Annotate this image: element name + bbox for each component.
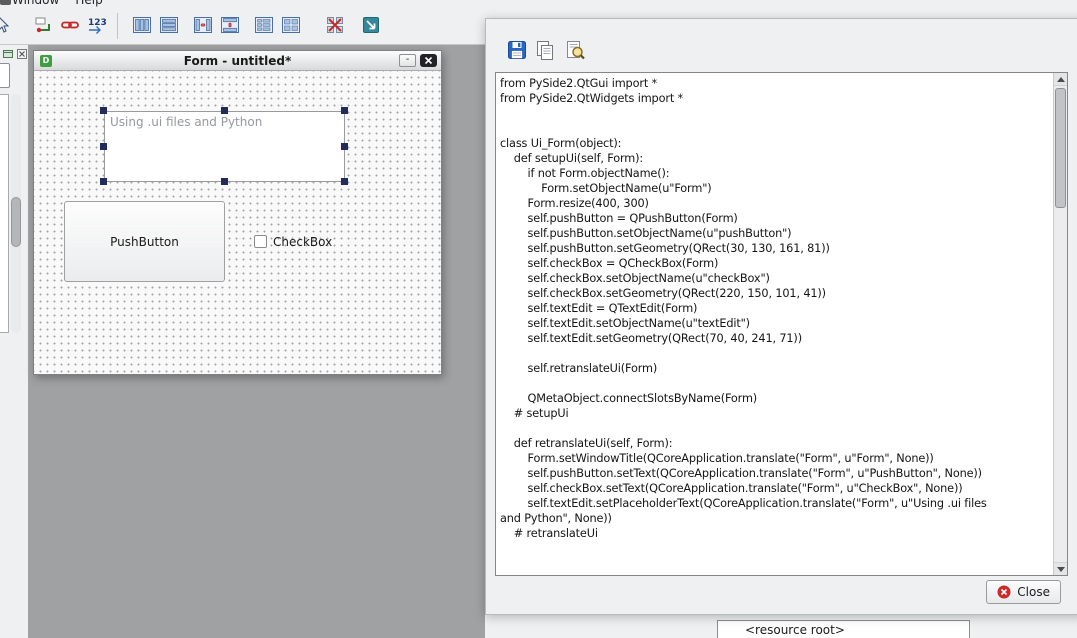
widget-box-scrollbar-thumb[interactable] <box>11 197 21 247</box>
edit-buddies-button[interactable] <box>57 12 83 38</box>
save-code-button[interactable] <box>504 37 530 63</box>
adjust-size-button[interactable] <box>358 12 384 38</box>
python-code-dialog: from PySide2.QtGui import * from PySide2… <box>485 18 1077 615</box>
dialog-close-label: Close <box>1017 585 1050 599</box>
widget-box-list[interactable] <box>0 94 9 333</box>
edit-signals-slots-button[interactable] <box>31 12 57 38</box>
layout-form-button[interactable] <box>251 12 277 38</box>
close-red-icon <box>997 585 1011 599</box>
copy-code-button[interactable] <box>532 37 558 63</box>
find-icon <box>564 39 586 61</box>
dock-float-button[interactable] <box>1 47 14 60</box>
layout-grid-icon <box>281 15 301 35</box>
python-code-text[interactable]: from PySide2.QtGui import * from PySide2… <box>496 73 1053 575</box>
selection-handle-e[interactable] <box>341 143 348 150</box>
checkbox-label: CheckBox <box>273 235 332 249</box>
edit-signals-slots-icon <box>34 15 54 35</box>
layout-form-icon <box>254 15 274 35</box>
minimize-button[interactable]: - <box>399 54 416 67</box>
layout-vertical-icon <box>159 15 179 35</box>
selection-handle-se[interactable] <box>341 178 348 185</box>
dock-close-button[interactable] <box>15 47 28 60</box>
adjust-size-icon <box>361 15 381 35</box>
layout-horizontal-button[interactable] <box>129 12 155 38</box>
resource-root-label: <resource root> <box>745 623 845 637</box>
edit-buddies-icon <box>60 15 80 35</box>
scroll-up-button[interactable] <box>1054 73 1067 86</box>
code-view[interactable]: from PySide2.QtGui import * from PySide2… <box>495 72 1068 576</box>
code-scrollbar-thumb[interactable] <box>1055 88 1066 208</box>
save-icon <box>506 39 528 61</box>
scroll-down-button[interactable] <box>1054 562 1067 575</box>
break-layout-button[interactable] <box>322 12 348 38</box>
find-code-button[interactable] <box>562 37 588 63</box>
checkbox-widget[interactable]: CheckBox <box>254 221 355 262</box>
form-editor-window: D Form - untitled* - Using .ui files and… <box>33 50 442 375</box>
dock-float-icon <box>2 48 14 60</box>
dialog-close-button[interactable]: Close <box>986 580 1061 604</box>
form-window-title: Form - untitled* <box>34 54 441 68</box>
selection-handle-ne[interactable] <box>341 107 348 114</box>
edit-widgets-button[interactable] <box>0 12 12 38</box>
form-window-titlebar[interactable]: D Form - untitled* - <box>34 51 441 71</box>
layout-splitter-horizontal-button[interactable] <box>190 12 216 38</box>
layout-splitter-horizontal-icon <box>193 15 213 35</box>
toolbar-separator <box>117 13 118 39</box>
break-layout-icon <box>325 15 345 35</box>
layout-horizontal-icon <box>132 15 152 35</box>
dock-close-icon <box>16 48 28 60</box>
selection-handle-sw[interactable] <box>100 178 107 185</box>
close-x-icon <box>424 56 433 65</box>
widget-filter-input[interactable] <box>0 63 10 88</box>
selection-handle-n[interactable] <box>221 107 228 114</box>
copy-icon <box>534 39 556 61</box>
designer-form-icon: D <box>40 55 52 67</box>
code-scrollbar[interactable] <box>1053 73 1067 575</box>
selection-handle-s[interactable] <box>221 178 228 185</box>
qt-designer-app: Window Help 123 <box>0 0 1077 638</box>
edit-tab-order-button[interactable]: 123 <box>83 12 109 38</box>
selection-handle-w[interactable] <box>100 143 107 150</box>
edit-widgets-icon <box>0 15 9 35</box>
layout-splitter-vertical-icon <box>220 15 240 35</box>
textedit-placeholder: Using .ui files and Python <box>105 112 344 132</box>
close-button[interactable] <box>420 54 437 67</box>
arrow-down-icon <box>1057 567 1065 572</box>
mdi-area: D Form - untitled* - Using .ui files and… <box>28 45 485 638</box>
layout-grid-button[interactable] <box>278 12 304 38</box>
pushbutton-widget[interactable]: PushButton <box>64 201 225 282</box>
edit-tab-order-icon: 123 <box>86 15 106 35</box>
form-canvas[interactable]: Using .ui files and Python PushButton Ch… <box>34 71 441 374</box>
resource-root-item[interactable]: <resource root> <box>717 620 970 638</box>
layout-vertical-button[interactable] <box>156 12 182 38</box>
arrow-up-icon <box>1057 77 1065 82</box>
checkbox-indicator[interactable] <box>254 235 267 248</box>
selection-handle-nw[interactable] <box>100 107 107 114</box>
widget-box-dock <box>0 45 28 638</box>
textedit-widget[interactable]: Using .ui files and Python <box>104 111 345 182</box>
layout-splitter-vertical-button[interactable] <box>217 12 243 38</box>
